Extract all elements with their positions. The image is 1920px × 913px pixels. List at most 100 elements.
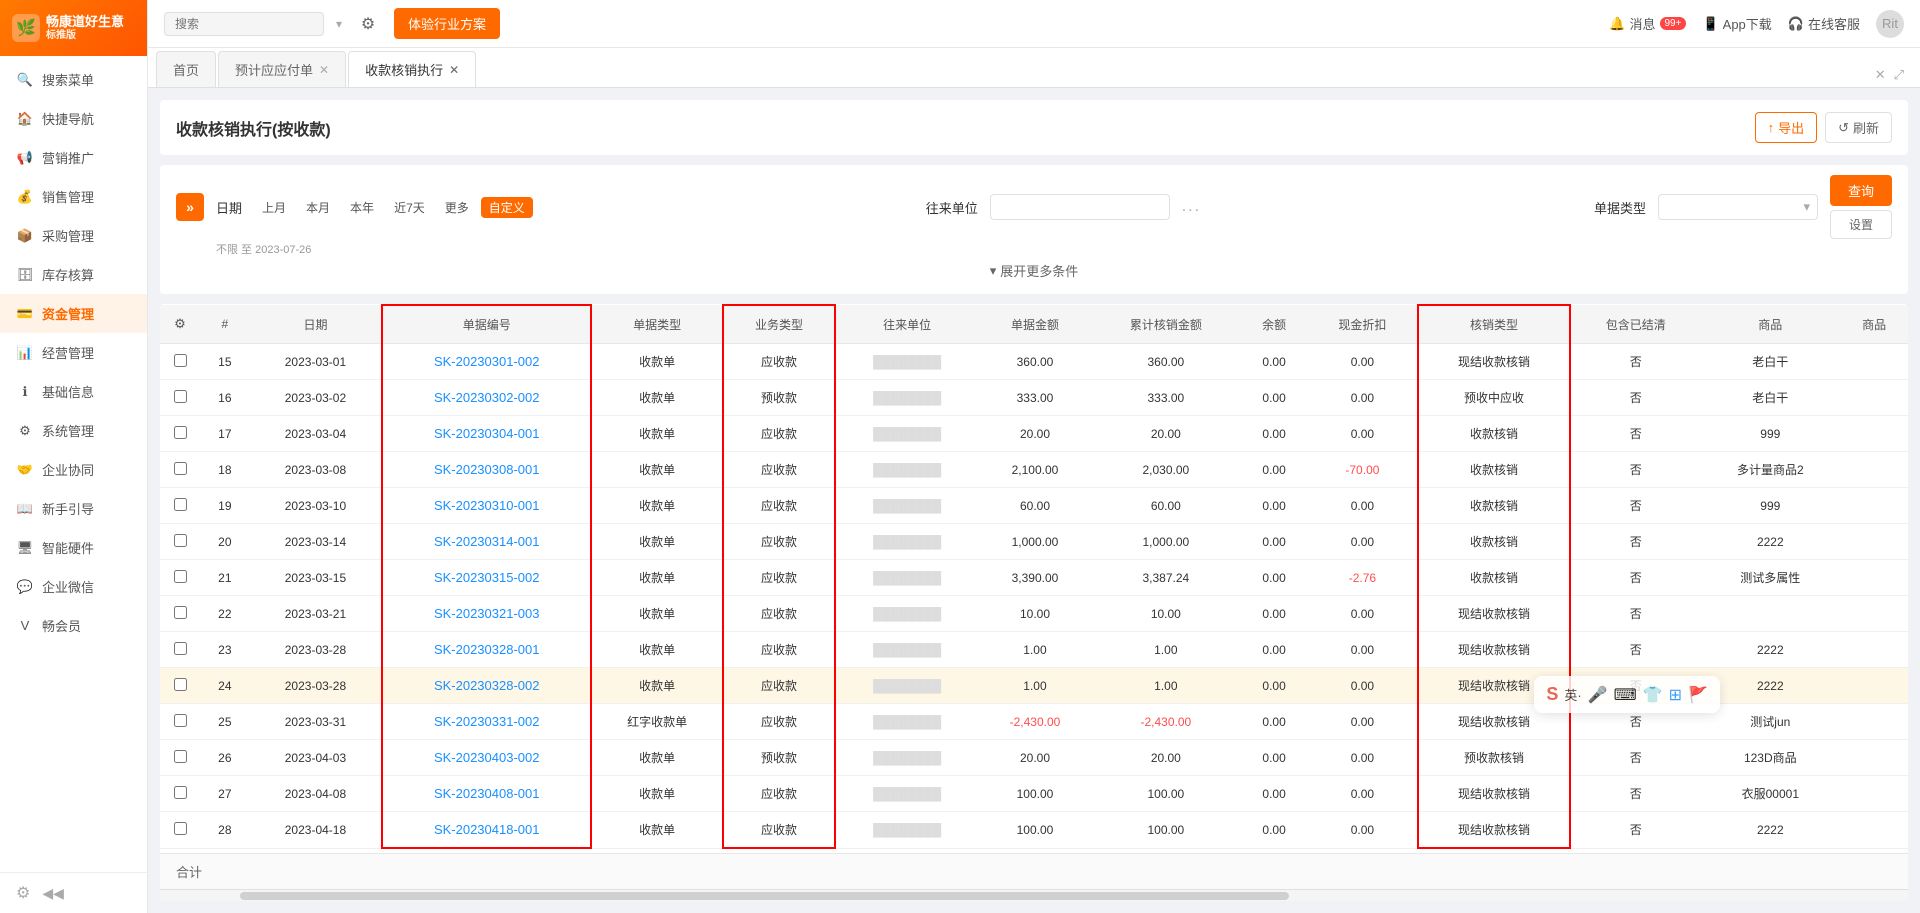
docno-link[interactable]: SK-20230301-002 [434, 354, 540, 369]
cell-docno[interactable]: SK-20230328-002 [382, 668, 591, 704]
date-opt-last-month[interactable]: 上月 [254, 196, 294, 219]
cell-checkbox[interactable] [160, 488, 200, 524]
cell-checkbox[interactable] [160, 776, 200, 812]
col-cashdiscount-header[interactable]: 现金折扣 [1308, 305, 1418, 344]
row-checkbox[interactable] [174, 354, 187, 367]
filter-settings-button[interactable]: 设置 [1830, 210, 1892, 239]
cell-docno[interactable]: SK-20230331-002 [382, 704, 591, 740]
row-checkbox[interactable] [174, 750, 187, 763]
cell-checkbox[interactable] [160, 668, 200, 704]
col-biztype-header[interactable]: 业务类型 [723, 305, 835, 344]
expand-more-conditions[interactable]: ▾ 展开更多条件 [176, 257, 1892, 284]
sidebar-item-system[interactable]: ⚙系统管理 [0, 411, 147, 450]
search-input[interactable] [164, 12, 324, 36]
cell-docno[interactable]: SK-20230418-001 [382, 812, 591, 849]
cell-docno[interactable]: SK-20230321-003 [382, 596, 591, 632]
cell-docno[interactable]: SK-20230310-001 [382, 488, 591, 524]
cell-checkbox[interactable] [160, 344, 200, 380]
docno-link[interactable]: SK-20230302-002 [434, 390, 540, 405]
row-checkbox[interactable] [174, 714, 187, 727]
row-checkbox[interactable] [174, 462, 187, 475]
sidebar-item-vip[interactable]: V畅会员 [0, 606, 147, 645]
filter-toggle-button[interactable]: » [176, 193, 204, 221]
row-checkbox[interactable] [174, 678, 187, 691]
row-checkbox[interactable] [174, 642, 187, 655]
tab-expand-icon[interactable]: ⤢ [1894, 67, 1904, 83]
cell-checkbox[interactable] [160, 560, 200, 596]
sidebar-item-operations[interactable]: 📊经营管理 [0, 333, 147, 372]
tab-payable[interactable]: 预计应应付单 ✕ [218, 51, 346, 87]
row-checkbox[interactable] [174, 822, 187, 835]
date-opt-more[interactable]: 更多 [437, 196, 477, 219]
col-includesettled-header[interactable]: 包含已结清 [1570, 305, 1700, 344]
date-opt-this-year[interactable]: 本年 [342, 196, 382, 219]
docno-link[interactable]: SK-20230314-001 [434, 534, 540, 549]
sidebar-item-sales[interactable]: 💰销售管理 [0, 177, 147, 216]
docno-link[interactable]: SK-20230308-001 [434, 462, 540, 477]
avatar[interactable]: Rit [1876, 10, 1904, 38]
settings-icon[interactable]: ⚙ [16, 883, 30, 903]
row-checkbox[interactable] [174, 786, 187, 799]
cell-checkbox[interactable] [160, 812, 200, 849]
col-docamount-header[interactable]: 单据金额 [979, 305, 1092, 344]
cell-checkbox[interactable] [160, 596, 200, 632]
industry-solution-button[interactable]: 体验行业方案 [394, 8, 500, 39]
docno-link[interactable]: SK-20230408-001 [434, 786, 540, 801]
row-checkbox[interactable] [174, 570, 187, 583]
docno-link[interactable]: SK-20230321-003 [434, 606, 540, 621]
cell-checkbox[interactable] [160, 704, 200, 740]
cell-checkbox[interactable] [160, 632, 200, 668]
row-checkbox[interactable] [174, 390, 187, 403]
refresh-button[interactable]: ↺ 刷新 [1825, 112, 1892, 143]
online-service-action[interactable]: 🎧 在线客服 [1788, 14, 1860, 33]
sidebar-item-marketing[interactable]: 📢营销推广 [0, 138, 147, 177]
row-checkbox[interactable] [174, 498, 187, 511]
settings-gear-icon[interactable]: ⚙ [354, 10, 382, 38]
cell-docno[interactable]: SK-20230403-002 [382, 740, 591, 776]
doc-type-select[interactable] [1658, 194, 1818, 220]
export-button[interactable]: ↑ 导出 [1755, 112, 1818, 143]
cell-checkbox[interactable] [160, 416, 200, 452]
col-settings-header[interactable]: ⚙ [160, 305, 200, 344]
cell-docno[interactable]: SK-20230301-002 [382, 344, 591, 380]
row-checkbox[interactable] [174, 534, 187, 547]
messages-action[interactable]: 🔔 消息 99+ [1609, 14, 1686, 33]
query-button[interactable]: 查询 [1830, 175, 1892, 206]
col-balance-header[interactable]: 余额 [1240, 305, 1308, 344]
docno-link[interactable]: SK-20230328-002 [434, 678, 540, 693]
col-goods2-header[interactable]: 商品 [1840, 305, 1908, 344]
docno-link[interactable]: SK-20230304-001 [434, 426, 540, 441]
table-container[interactable]: ⚙ # 日期 单据编号 单据类型 业务类型 往来单位 单据金额 累计核销金额 余… [160, 304, 1908, 853]
more-filters-ellipsis[interactable]: ... [1182, 198, 1201, 216]
col-date-header[interactable]: 日期 [250, 305, 383, 344]
sidebar-item-quick-nav[interactable]: 🏠快捷导航 [0, 99, 147, 138]
cell-docno[interactable]: SK-20230302-002 [382, 380, 591, 416]
horizontal-scrollbar[interactable] [160, 889, 1908, 901]
cell-checkbox[interactable] [160, 524, 200, 560]
date-opt-this-month[interactable]: 本月 [298, 196, 338, 219]
col-partner-header[interactable]: 往来单位 [835, 305, 979, 344]
col-doctype-header[interactable]: 单据类型 [591, 305, 723, 344]
sidebar-item-wechat[interactable]: 💬企业微信 [0, 567, 147, 606]
cell-docno[interactable]: SK-20230304-001 [382, 416, 591, 452]
col-docno-header[interactable]: 单据编号 [382, 305, 591, 344]
tab-close-all-icon[interactable]: ✕ [1875, 67, 1886, 83]
docno-link[interactable]: SK-20230328-001 [434, 642, 540, 657]
cell-checkbox[interactable] [160, 452, 200, 488]
docno-link[interactable]: SK-20230418-001 [434, 822, 540, 837]
row-checkbox[interactable] [174, 606, 187, 619]
docno-link[interactable]: SK-20230403-002 [434, 750, 540, 765]
cell-docno[interactable]: SK-20230314-001 [382, 524, 591, 560]
sidebar-item-purchase[interactable]: 📦采购管理 [0, 216, 147, 255]
col-goods-header[interactable]: 商品 [1700, 305, 1840, 344]
sidebar-item-basic[interactable]: ℹ基础信息 [0, 372, 147, 411]
cell-checkbox[interactable] [160, 740, 200, 776]
cell-docno[interactable]: SK-20230308-001 [382, 452, 591, 488]
app-download-action[interactable]: 📱 App下载 [1702, 14, 1771, 33]
date-custom-button[interactable]: 自定义 [481, 197, 533, 218]
tab-close-receipts-icon[interactable]: ✕ [449, 63, 459, 77]
tab-home[interactable]: 首页 [156, 51, 216, 87]
sidebar-item-finance[interactable]: 💳资金管理 [0, 294, 147, 333]
collapse-icon[interactable]: ◀◀ [42, 885, 64, 902]
tab-receipts[interactable]: 收款核销执行 ✕ [348, 51, 476, 87]
